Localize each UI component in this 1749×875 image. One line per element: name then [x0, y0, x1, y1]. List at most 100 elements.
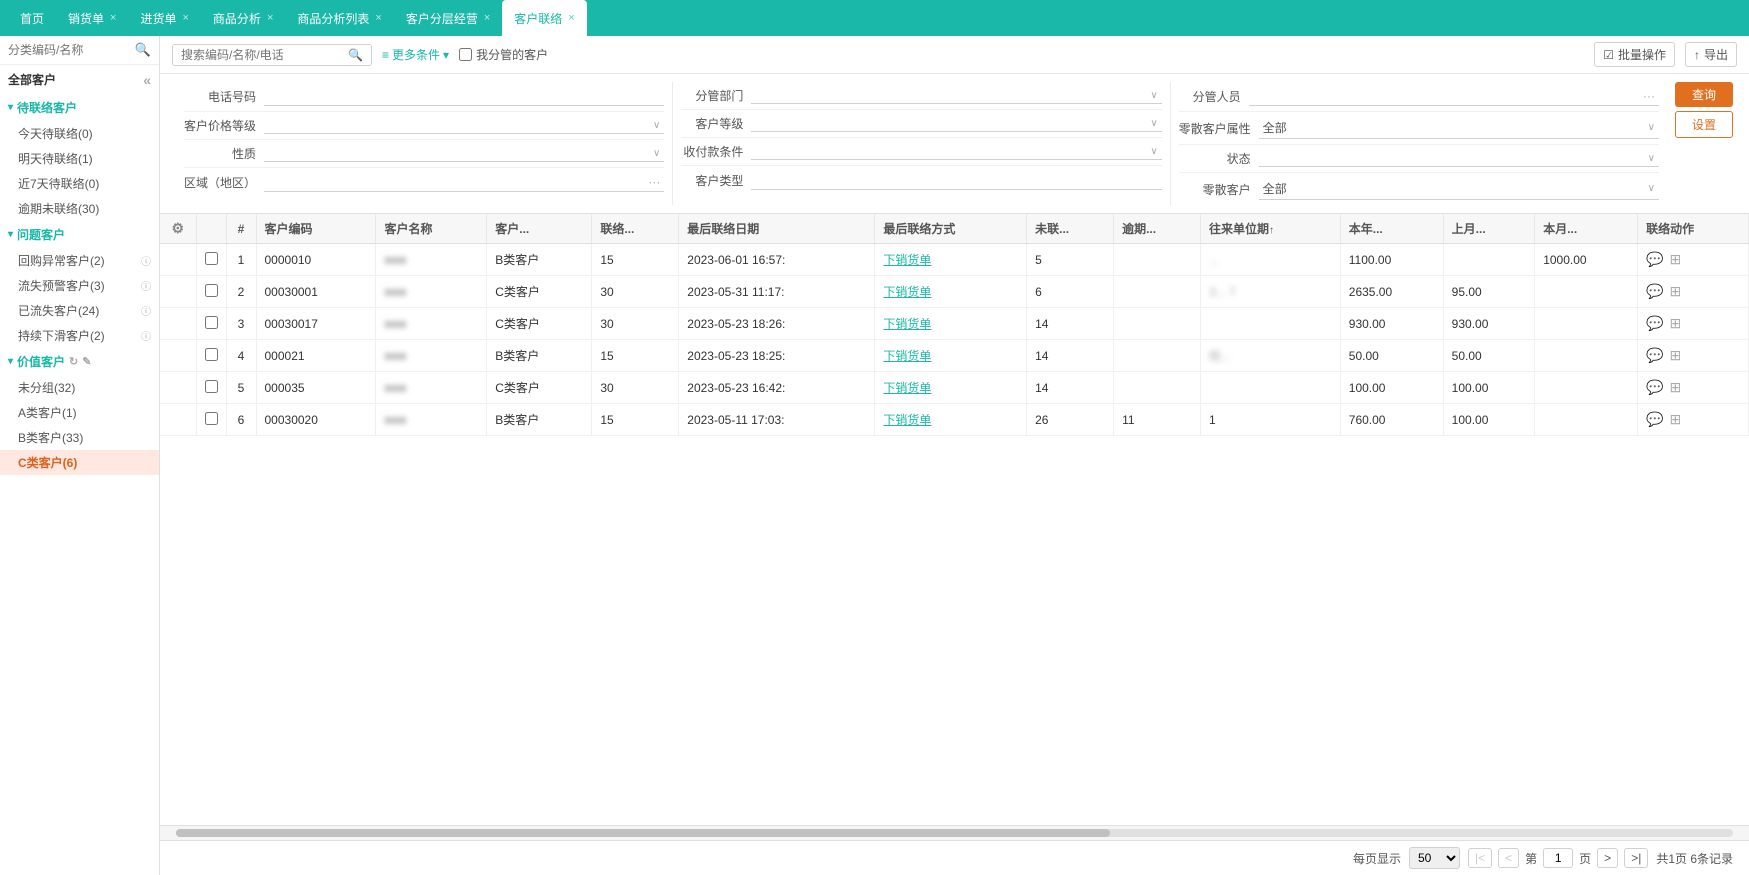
- sidebar-group-value[interactable]: ▾ 价值客户 ↻ ✎: [0, 348, 159, 375]
- close-sales-icon[interactable]: ×: [110, 12, 116, 24]
- my-customers-wrap[interactable]: 我分管的客户: [459, 46, 548, 63]
- sidebar-item-overdue[interactable]: 逾期未联络(30): [0, 196, 159, 221]
- nav-home[interactable]: 首页: [8, 0, 56, 36]
- search-icon[interactable]: 🔍: [348, 48, 363, 62]
- table-row: 3 00030017 ■■■ C类客户 30 2023-05-23 18:26:…: [160, 308, 1749, 340]
- grid-icon-1[interactable]: ⊞: [1670, 283, 1682, 300]
- filter-phone-input[interactable]: [264, 87, 664, 106]
- chevron-cust-level-icon: ∨: [1150, 118, 1157, 129]
- search-input[interactable]: [181, 48, 344, 62]
- nav-purchase[interactable]: 进货单 ×: [128, 0, 200, 36]
- chat-icon-5[interactable]: 💬: [1646, 411, 1663, 428]
- my-customers-checkbox[interactable]: [459, 48, 472, 61]
- sidebar-item-declining[interactable]: 持续下滑客户(2) ⓘ: [0, 323, 159, 348]
- filter-scatter-cust: 零散客户 全部 ∨: [1179, 173, 1659, 205]
- chat-icon-1[interactable]: 💬: [1646, 283, 1663, 300]
- grid-icon-5[interactable]: ⊞: [1670, 411, 1682, 428]
- sidebar-item-ungroup[interactable]: 未分组(32): [0, 375, 159, 400]
- row-checkbox-2[interactable]: [205, 316, 218, 329]
- sidebar-search-input[interactable]: [8, 43, 131, 57]
- close-customer-contact-icon[interactable]: ×: [568, 12, 574, 24]
- row-lastmethod-3[interactable]: 下销货单: [875, 340, 1027, 372]
- filter-region-select[interactable]: ···: [264, 173, 664, 192]
- row-checkbox-4[interactable]: [205, 380, 218, 393]
- export-btn[interactable]: ↑ 导出: [1685, 42, 1737, 67]
- edit-icon[interactable]: ✎: [82, 355, 91, 368]
- row-checkbox-0[interactable]: [205, 252, 218, 265]
- row-checkbox-3[interactable]: [205, 348, 218, 361]
- filter-scatter-attr-select[interactable]: 全部 ∨: [1259, 117, 1659, 139]
- close-purchase-icon[interactable]: ×: [182, 12, 188, 24]
- nav-customer-tier[interactable]: 客户分层经营 ×: [394, 0, 502, 36]
- close-customer-tier-icon[interactable]: ×: [484, 12, 490, 24]
- first-page-btn[interactable]: |<: [1468, 848, 1492, 868]
- chat-icon-3[interactable]: 💬: [1646, 347, 1663, 364]
- col-code-header: 客户编码: [256, 214, 376, 244]
- filter-payment-select[interactable]: ∨: [751, 144, 1161, 160]
- sidebar-item-churned[interactable]: 已流失客户(24) ⓘ: [0, 298, 159, 323]
- sidebar-item-today[interactable]: 今天待联络(0): [0, 121, 159, 146]
- filter-price-select[interactable]: ∨: [264, 118, 664, 134]
- sidebar-collapse-icon[interactable]: «: [143, 72, 151, 88]
- page-number-input[interactable]: [1543, 848, 1573, 868]
- sidebar-group-problem[interactable]: ▾ 问题客户: [0, 221, 159, 248]
- row-checkbox-5[interactable]: [205, 412, 218, 425]
- gear-icon[interactable]: ⚙: [171, 220, 184, 236]
- sidebar-item-a-class[interactable]: A类客户(1): [0, 400, 159, 425]
- filter-nature-select[interactable]: ∨: [264, 146, 664, 162]
- sidebar-search-icon[interactable]: 🔍: [135, 42, 151, 58]
- row-checkbox-1[interactable]: [205, 284, 218, 297]
- grid-icon-4[interactable]: ⊞: [1670, 379, 1682, 396]
- row-lastmethod-2[interactable]: 下销货单: [875, 308, 1027, 340]
- grid-icon-0[interactable]: ⊞: [1670, 251, 1682, 268]
- filter-status-select[interactable]: ∨: [1259, 151, 1659, 167]
- sidebar-item-7days[interactable]: 近7天待联络(0): [0, 171, 159, 196]
- nav-product-analysis[interactable]: 商品分析 ×: [201, 0, 285, 36]
- batch-op-btn[interactable]: ☑ 批量操作: [1594, 42, 1675, 67]
- row-lastmethod-1[interactable]: 下销货单: [875, 276, 1027, 308]
- nav-sales[interactable]: 销货单 ×: [56, 0, 128, 36]
- next-page-btn[interactable]: >: [1597, 848, 1618, 868]
- sidebar-all-customers[interactable]: 全部客户 «: [0, 65, 159, 94]
- set-button[interactable]: 设置: [1675, 111, 1733, 138]
- grid-icon-3[interactable]: ⊞: [1670, 347, 1682, 364]
- sidebar-item-abnormal[interactable]: 回购异常客户(2) ⓘ: [0, 248, 159, 273]
- sidebar-item-c-class[interactable]: C类客户(6): [0, 450, 159, 475]
- close-product-list-icon[interactable]: ×: [375, 12, 381, 24]
- filter-region-dots[interactable]: ···: [648, 175, 660, 189]
- filter-cust-level-select[interactable]: ∨: [751, 116, 1161, 132]
- query-button[interactable]: 查询: [1675, 82, 1733, 107]
- col-settings-header[interactable]: ⚙: [160, 214, 196, 244]
- nav-product-list[interactable]: 商品分析列表 ×: [285, 0, 393, 36]
- grid-icon-2[interactable]: ⊞: [1670, 315, 1682, 332]
- close-product-analysis-icon[interactable]: ×: [267, 12, 273, 24]
- prev-page-btn[interactable]: <: [1498, 848, 1519, 868]
- filter-manager-select[interactable]: ···: [1249, 87, 1659, 106]
- chat-icon-0[interactable]: 💬: [1646, 251, 1663, 268]
- row-notlinked-4: 14: [1027, 372, 1114, 404]
- per-page-select[interactable]: 50 100 200: [1409, 847, 1460, 869]
- filter-scatter-cust-select[interactable]: 全部 ∨: [1259, 178, 1659, 200]
- chat-icon-4[interactable]: 💬: [1646, 379, 1663, 396]
- nav-customer-contact[interactable]: 客户联络 ×: [502, 0, 586, 36]
- more-conditions-btn[interactable]: ≡ 更多条件 ▾: [382, 46, 449, 63]
- last-page-btn[interactable]: >|: [1624, 848, 1648, 868]
- row-lastmethod-4[interactable]: 下销货单: [875, 372, 1027, 404]
- sidebar-item-b-class[interactable]: B类客户(33): [0, 425, 159, 450]
- filter-manager-dots[interactable]: ···: [1643, 89, 1655, 103]
- chat-icon-2[interactable]: 💬: [1646, 315, 1663, 332]
- export-icon: ↑: [1694, 48, 1700, 62]
- filter-cust-type-input[interactable]: [751, 171, 1161, 190]
- row-unit-0: ...: [1201, 244, 1341, 276]
- sidebar-item-tomorrow[interactable]: 明天待联络(1): [0, 146, 159, 171]
- filter-dept-select[interactable]: ∨: [751, 88, 1161, 104]
- col-notlinked-header: 未联...: [1027, 214, 1114, 244]
- sidebar-group-pending[interactable]: ▾ 待联络客户: [0, 94, 159, 121]
- row-check-cell: [196, 404, 226, 436]
- row-lastmethod-5[interactable]: 下销货单: [875, 404, 1027, 436]
- sidebar-group-problem-arrow: ▾: [8, 229, 13, 240]
- refresh-icon[interactable]: ↻: [69, 355, 78, 368]
- sidebar-item-churn-warn[interactable]: 流失预警客户(3) ⓘ: [0, 273, 159, 298]
- row-lastmethod-0[interactable]: 下销货单: [875, 244, 1027, 276]
- h-scrollbar-thumb[interactable]: [176, 829, 1110, 837]
